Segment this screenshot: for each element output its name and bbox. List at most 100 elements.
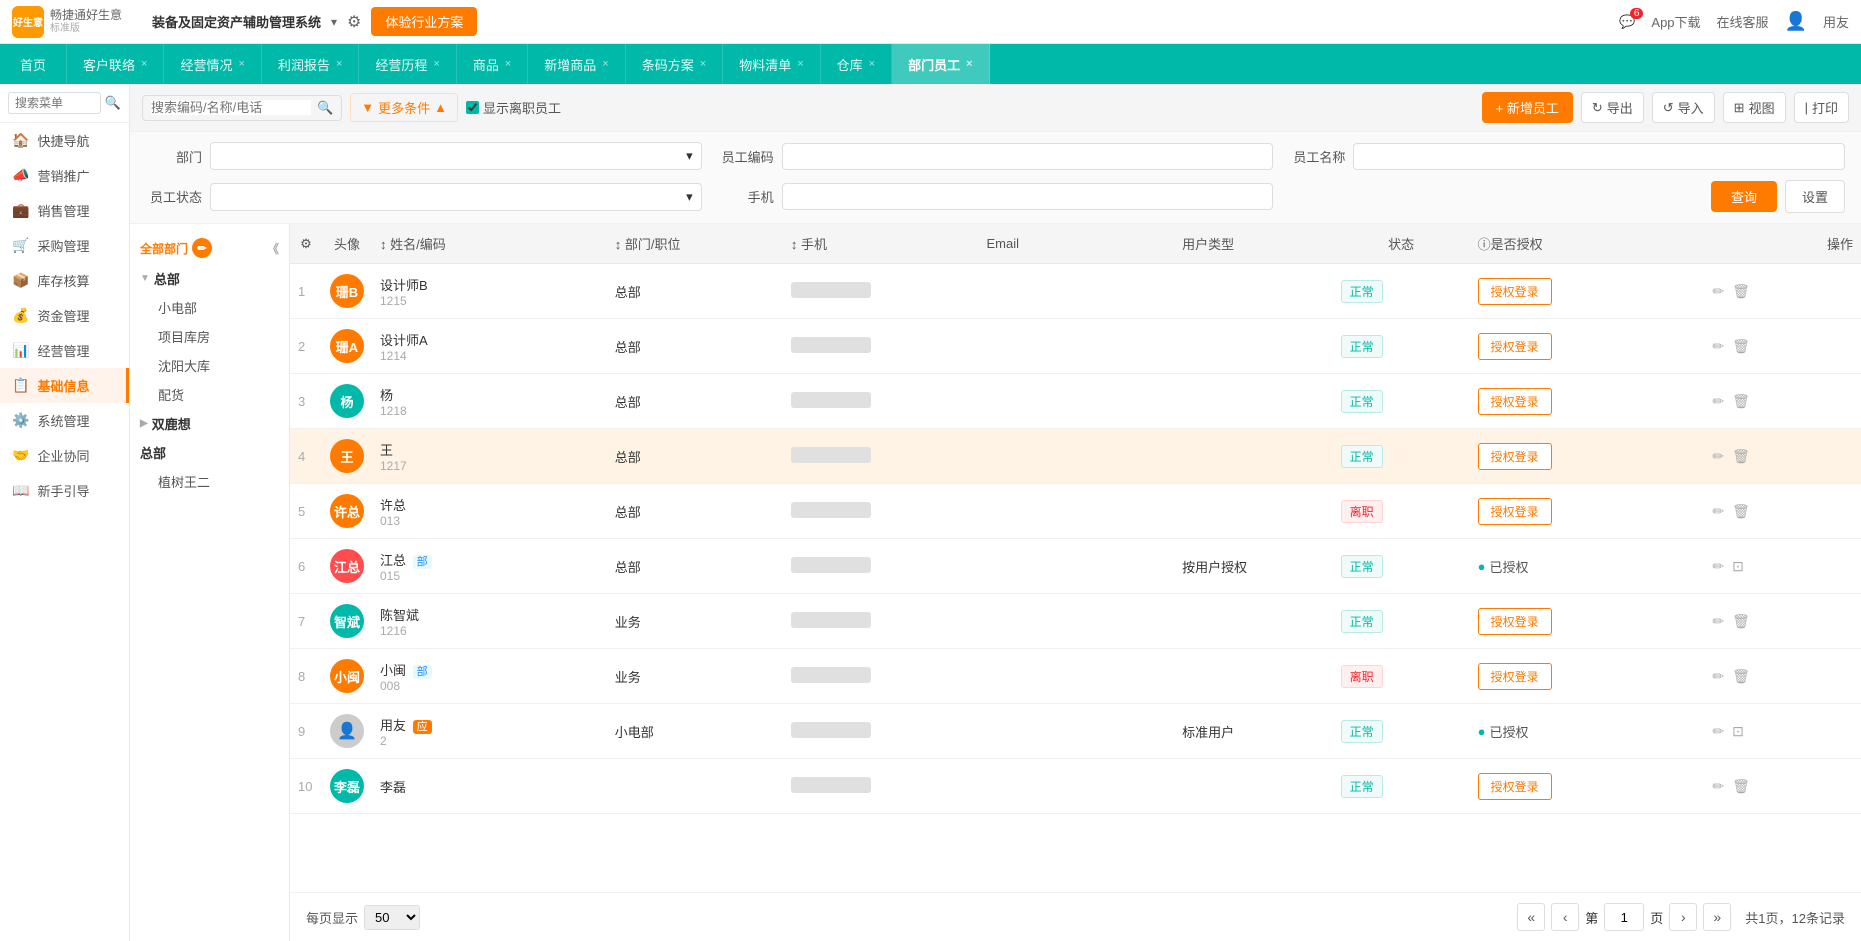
import-btn[interactable]: ↺ 导入: [1652, 92, 1715, 123]
sidebar-item-operation[interactable]: 📊 经营管理: [0, 333, 129, 368]
delete-icon[interactable]: 🗑: [1732, 613, 1750, 630]
add-employee-btn[interactable]: + 新增员工: [1482, 92, 1573, 123]
close-icon[interactable]: ×: [869, 58, 875, 70]
tab-history[interactable]: 经营历程 ×: [359, 44, 456, 84]
auth-btn[interactable]: 授权登录: [1478, 773, 1552, 800]
auth-btn[interactable]: 授权登录: [1478, 443, 1552, 470]
settings-icon[interactable]: ⚙: [347, 12, 361, 32]
sidebar-item-guide[interactable]: 📖 新手引导: [0, 473, 129, 508]
system-dropdown-icon[interactable]: ▾: [331, 15, 337, 29]
next-page-btn[interactable]: ›: [1669, 903, 1697, 931]
query-btn[interactable]: 查询: [1711, 181, 1777, 212]
empcode-input[interactable]: [782, 143, 1274, 170]
dept-tree-item[interactable]: 配货: [130, 380, 289, 409]
dept-tree-item[interactable]: 总部: [130, 438, 289, 467]
close-icon[interactable]: ×: [238, 58, 244, 70]
delete-icon[interactable]: 🗑: [1732, 778, 1750, 795]
sidebar-item-quick[interactable]: 🏠 快捷导航: [0, 123, 129, 158]
copy-icon[interactable]: ⊡: [1732, 723, 1744, 740]
edit-icon[interactable]: ✏: [1712, 778, 1724, 795]
tab-warehouse[interactable]: 仓库 ×: [821, 44, 892, 84]
delete-icon[interactable]: 🗑: [1732, 338, 1750, 355]
last-page-btn[interactable]: »: [1703, 903, 1731, 931]
more-filter-btn[interactable]: ▼ 更多条件 ▲: [350, 93, 458, 122]
tab-profit[interactable]: 利润报告 ×: [262, 44, 359, 84]
edit-icon[interactable]: ✏: [1712, 393, 1724, 410]
empname-input[interactable]: [1353, 143, 1845, 170]
close-icon[interactable]: ×: [966, 58, 972, 70]
message-icon[interactable]: 💬 6: [1619, 14, 1635, 30]
sidebar-item-inventory[interactable]: 📦 库存核算: [0, 263, 129, 298]
edit-icon[interactable]: ✏: [1712, 558, 1724, 575]
close-icon[interactable]: ×: [700, 58, 706, 70]
dept-edit-btn[interactable]: ✏: [192, 238, 212, 258]
show-resigned-checkbox[interactable]: [466, 101, 479, 114]
edit-icon[interactable]: ✏: [1712, 503, 1724, 520]
sidebar-item-finance[interactable]: 💰 资金管理: [0, 298, 129, 333]
dept-tree-item[interactable]: 植树王二: [130, 467, 289, 496]
phone-input[interactable]: [782, 183, 1274, 210]
dept-collapse-btn[interactable]: 《: [267, 240, 279, 257]
page-size-select[interactable]: 50 20 100: [364, 905, 420, 930]
dept-tree-item[interactable]: 小电部: [130, 293, 289, 322]
auth-btn[interactable]: 授权登录: [1478, 333, 1552, 360]
dept-tree-header[interactable]: 全部部门 ✏ 《: [130, 232, 289, 264]
close-icon[interactable]: ×: [141, 58, 147, 70]
delete-icon[interactable]: 🗑: [1732, 283, 1750, 300]
status-select[interactable]: ▾: [210, 183, 702, 211]
dept-tree-item[interactable]: 沈阳大库: [130, 351, 289, 380]
edit-icon[interactable]: ✏: [1712, 338, 1724, 355]
user-label[interactable]: 用友: [1823, 12, 1849, 31]
delete-icon[interactable]: 🗑: [1732, 448, 1750, 465]
edit-icon[interactable]: ✏: [1712, 283, 1724, 300]
sidebar-search-input[interactable]: [8, 92, 101, 114]
reset-btn[interactable]: 设置: [1785, 180, 1845, 213]
delete-icon[interactable]: 🗑: [1732, 503, 1750, 520]
sidebar-item-sales[interactable]: 💼 销售管理: [0, 193, 129, 228]
auth-btn[interactable]: 授权登录: [1478, 608, 1552, 635]
search-input[interactable]: [151, 100, 311, 115]
sidebar-item-basic[interactable]: 📋 基础信息: [0, 368, 129, 403]
delete-icon[interactable]: 🗑: [1732, 393, 1750, 410]
auth-btn[interactable]: 授权登录: [1478, 498, 1552, 525]
edit-icon[interactable]: ✏: [1712, 448, 1724, 465]
copy-icon[interactable]: ⊡: [1732, 558, 1744, 575]
close-icon[interactable]: ×: [602, 58, 608, 70]
print-btn[interactable]: | 打印: [1794, 92, 1849, 123]
view-btn[interactable]: ⊞ 视图: [1723, 92, 1786, 123]
close-icon[interactable]: ×: [336, 58, 342, 70]
prev-page-btn[interactable]: ‹: [1551, 903, 1579, 931]
dept-tree-item[interactable]: ▶ 双鹿想: [130, 409, 289, 438]
tab-goods[interactable]: 商品 ×: [457, 44, 528, 84]
app-download[interactable]: App下载: [1651, 12, 1700, 31]
sidebar-item-enterprise[interactable]: 🤝 企业协同: [0, 438, 129, 473]
sidebar-item-purchase[interactable]: 🛒 采购管理: [0, 228, 129, 263]
edit-icon[interactable]: ✏: [1712, 613, 1724, 630]
delete-icon[interactable]: 🗑: [1732, 668, 1750, 685]
tab-home[interactable]: 首页: [0, 44, 67, 84]
tab-operation[interactable]: 经营情况 ×: [164, 44, 261, 84]
auth-btn[interactable]: 授权登录: [1478, 278, 1552, 305]
auth-btn[interactable]: 授权登录: [1478, 388, 1552, 415]
first-page-btn[interactable]: «: [1517, 903, 1545, 931]
col-dept[interactable]: ↕ 部门/职位: [607, 224, 783, 264]
close-icon[interactable]: ×: [505, 58, 511, 70]
page-input[interactable]: [1604, 903, 1644, 931]
online-service[interactable]: 在线客服: [1717, 12, 1769, 31]
dept-select[interactable]: ▾: [210, 142, 702, 170]
export-btn[interactable]: ↻ 导出: [1581, 92, 1644, 123]
col-name[interactable]: ↕ 姓名/编码: [372, 224, 607, 264]
tab-bom[interactable]: 物料清单 ×: [723, 44, 820, 84]
sidebar-item-marketing[interactable]: 📣 营销推广: [0, 158, 129, 193]
tab-barcode[interactable]: 条码方案 ×: [626, 44, 723, 84]
tab-add-goods[interactable]: 新增商品 ×: [528, 44, 625, 84]
col-phone[interactable]: ↕ 手机: [783, 224, 979, 264]
sidebar-item-system[interactable]: ⚙️ 系统管理: [0, 403, 129, 438]
close-icon[interactable]: ×: [433, 58, 439, 70]
trial-btn[interactable]: 体验行业方案: [371, 7, 477, 36]
dept-tree-item[interactable]: 项目库房: [130, 322, 289, 351]
close-icon[interactable]: ×: [797, 58, 803, 70]
auth-btn[interactable]: 授权登录: [1478, 663, 1552, 690]
edit-icon[interactable]: ✏: [1712, 668, 1724, 685]
dept-tree-item-parent[interactable]: ▼ 总部: [130, 264, 289, 293]
